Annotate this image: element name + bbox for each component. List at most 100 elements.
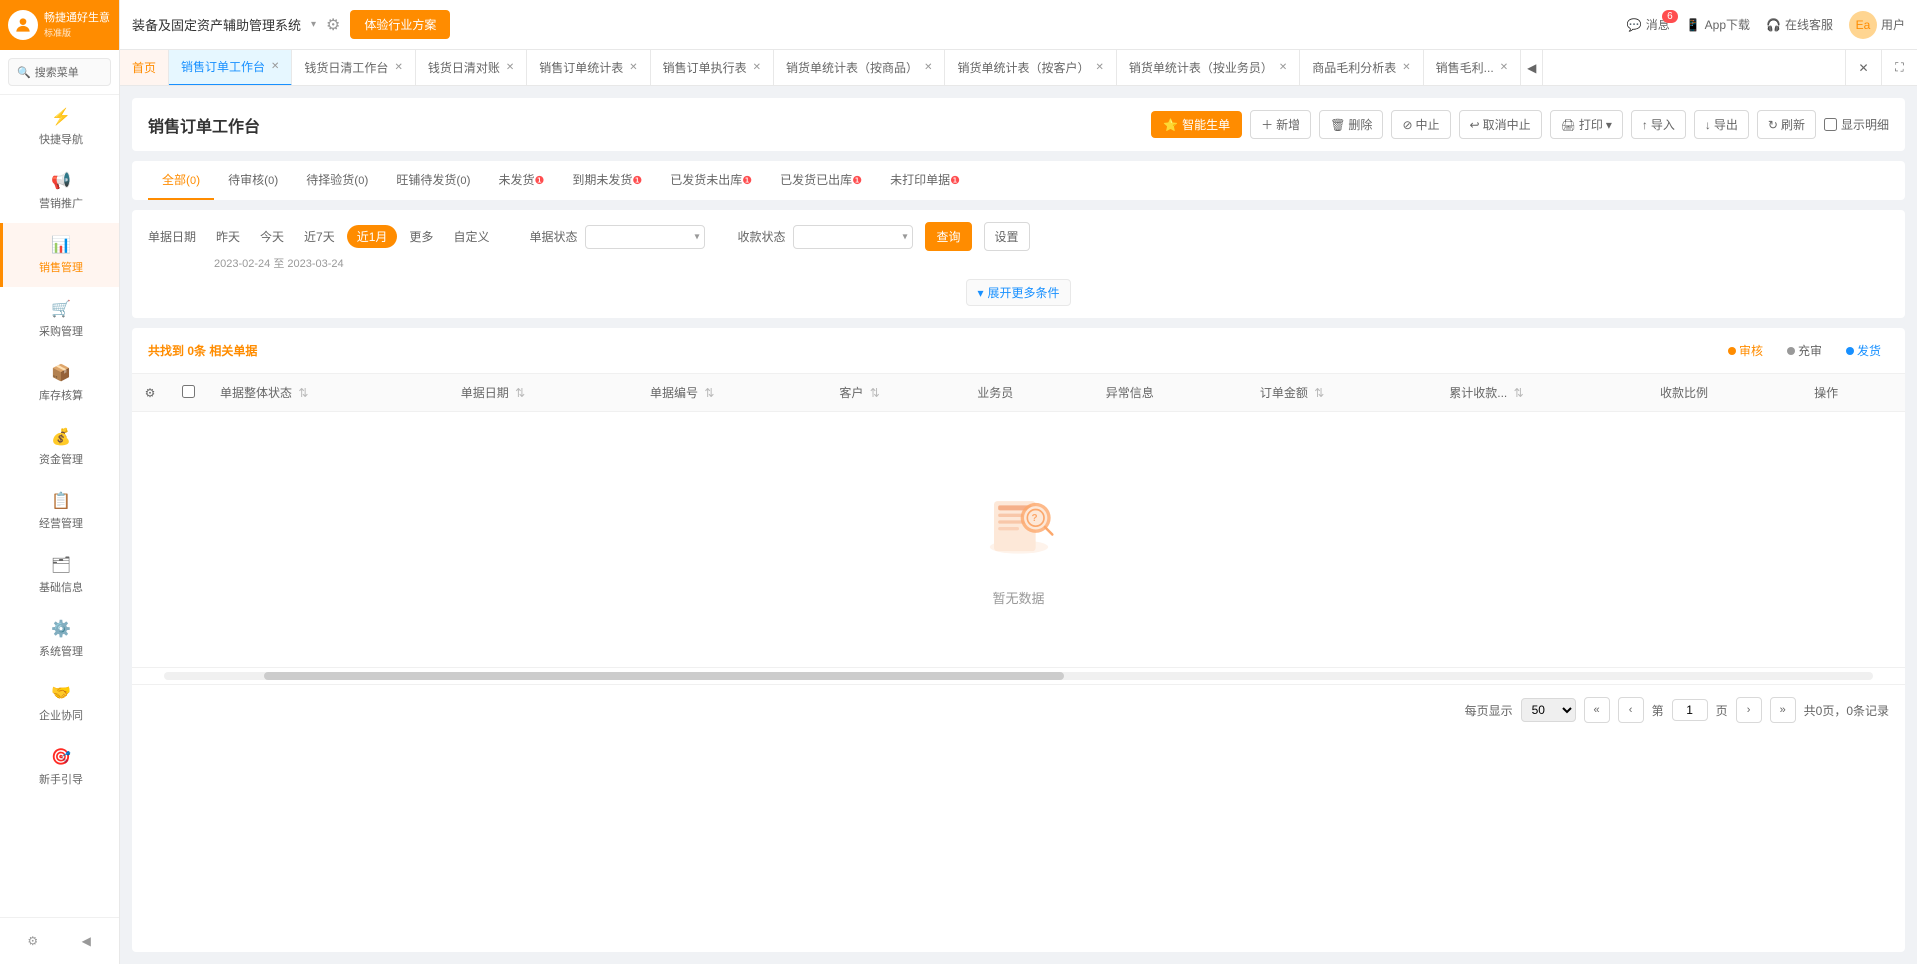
tab-cash-reconcile[interactable]: 钱货日清对账 ✕	[416, 50, 527, 86]
tab-ship-product[interactable]: 销货单统计表（按商品） ✕	[774, 50, 945, 86]
sort-icon[interactable]: ⇅	[704, 386, 714, 400]
sales-workbench-label: 销售订单工作台	[181, 58, 265, 75]
settings-icon[interactable]: ⚙	[145, 386, 156, 400]
stop-button[interactable]: ⊘ 中止	[1391, 110, 1450, 139]
tab-close-icon[interactable]: ✕	[924, 62, 932, 73]
tab-close-icon[interactable]: ✕	[394, 62, 402, 73]
sidebar-collapse-btn[interactable]: ◀	[64, 928, 110, 954]
custom-btn[interactable]: 自定义	[445, 225, 497, 248]
subtab-shipped-out[interactable]: 已发货已出库❶	[766, 161, 876, 200]
th-collected: 累计收款... ⇅	[1437, 374, 1648, 412]
sidebar-item-purchase[interactable]: 🛒 采购管理	[0, 287, 119, 351]
subtab-not-printed[interactable]: 未打印单据❶	[876, 161, 974, 200]
ship-button[interactable]: 发货	[1838, 338, 1889, 363]
sort-icon[interactable]: ⇅	[1314, 386, 1324, 400]
delete-icon: 🗑	[1330, 118, 1345, 132]
page-prev-btn[interactable]: ‹	[1618, 697, 1644, 723]
sidebar-item-sales[interactable]: 📊 销售管理	[0, 223, 119, 287]
page-size-label: 每页显示	[1465, 702, 1513, 719]
subtab-pending-inspect[interactable]: 待择验货(0)	[292, 161, 382, 200]
app-download-button[interactable]: 📱 App下载	[1686, 16, 1750, 33]
tab-ship-salesman[interactable]: 销货单统计表（按业务员） ✕	[1117, 50, 1300, 86]
message-button[interactable]: 💬 消息 6	[1627, 16, 1670, 33]
subtab-overdue-ship[interactable]: 到期未发货❶	[558, 161, 656, 200]
tab-close-icon[interactable]: ✕	[1500, 62, 1508, 73]
sidebar-settings-btn[interactable]: ⚙	[10, 928, 56, 954]
tab-close-icon[interactable]: ✕	[1402, 62, 1410, 73]
approve-button[interactable]: 审核	[1720, 338, 1771, 363]
user-menu-button[interactable]: Ea 用户	[1849, 11, 1905, 39]
sidebar-item-guide[interactable]: 🎯 新手引导	[0, 735, 119, 799]
sort-icon[interactable]: ⇅	[515, 386, 525, 400]
sidebar-item-base[interactable]: 🗂 基础信息	[0, 543, 119, 607]
table-header-row: ⚙ 单据整体状态 ⇅ 单据日期 ⇅	[132, 374, 1905, 412]
sidebar-item-system[interactable]: ⚙️ 系统管理	[0, 607, 119, 671]
subtab-all[interactable]: 全部(0)	[148, 161, 214, 200]
subtab-not-shipped[interactable]: 未发货❶	[485, 161, 559, 200]
page-last-btn[interactable]: »	[1770, 697, 1796, 723]
delete-button[interactable]: 🗑 删除	[1319, 110, 1383, 139]
tab-close-icon[interactable]: ✕	[506, 62, 514, 73]
sidebar-item-enterprise[interactable]: 🤝 企业协同	[0, 671, 119, 735]
page-size-select[interactable]: 50 100 200	[1521, 698, 1576, 722]
status-select[interactable]	[585, 225, 705, 249]
export-button[interactable]: ↓ 导出	[1694, 110, 1749, 139]
filter-settings-button[interactable]: 设置	[984, 222, 1030, 251]
tab-ship-customer[interactable]: 销货单统计表（按客户） ✕	[945, 50, 1116, 86]
tab-home[interactable]: 首页	[120, 50, 169, 86]
tab-sales-exec[interactable]: 销售订单执行表 ✕	[651, 50, 774, 86]
tab-close-icon[interactable]: ✕	[753, 62, 761, 73]
subtab-shipped-not-out[interactable]: 已发货未出库❶	[656, 161, 766, 200]
today-btn[interactable]: 今天	[252, 225, 292, 248]
tab-cash-daily[interactable]: 钱货日清工作台 ✕	[292, 50, 415, 86]
import-button[interactable]: ↑ 导入	[1631, 110, 1686, 139]
more-btn[interactable]: 更多	[401, 225, 441, 248]
sidebar-item-marketing[interactable]: 📢 营销推广	[0, 159, 119, 223]
sort-icon[interactable]: ⇅	[1514, 386, 1524, 400]
show-detail-checkbox-label[interactable]: 显示明细	[1824, 116, 1889, 133]
last7-btn[interactable]: 近7天	[296, 225, 343, 248]
sidebar-item-quick-nav[interactable]: ⚡ 快捷导航	[0, 95, 119, 159]
tab-close-icon[interactable]: ✕	[1095, 62, 1103, 73]
smart-generate-button[interactable]: ⭐ 智能生单	[1151, 111, 1242, 138]
page-next-btn[interactable]: ›	[1736, 697, 1762, 723]
online-service-button[interactable]: 🎧 在线客服	[1766, 16, 1833, 33]
avatar: Ea	[1849, 11, 1877, 39]
last-month-btn[interactable]: 近1月	[347, 225, 398, 248]
tab-nav-prev[interactable]: ◀	[1521, 50, 1543, 86]
sidebar-item-inventory[interactable]: 📦 库存核算	[0, 351, 119, 415]
subtab-wangpu-ship[interactable]: 旺铺待发货(0)	[382, 161, 484, 200]
industry-solution-button[interactable]: 体验行业方案	[350, 10, 450, 39]
print-button[interactable]: 🖨 打印 ▾	[1550, 110, 1623, 139]
sort-icon[interactable]: ⇅	[870, 386, 880, 400]
pay-status-select[interactable]	[793, 225, 913, 249]
sidebar-item-finance[interactable]: 💰 资金管理	[0, 415, 119, 479]
tab-close-icon[interactable]: ✕	[271, 61, 279, 72]
tab-sales-workbench[interactable]: 销售订单工作台 ✕	[169, 50, 292, 86]
refresh-button[interactable]: ↻ 刷新	[1757, 110, 1816, 139]
tab-sales-stats[interactable]: 销售订单统计表 ✕	[527, 50, 650, 86]
horizontal-scrollbar-thumb[interactable]	[264, 672, 1064, 680]
tab-sales-gross[interactable]: 销售毛利... ✕	[1424, 50, 1521, 86]
sort-icon[interactable]: ⇅	[298, 386, 308, 400]
revoke-button[interactable]: 充审	[1779, 338, 1830, 363]
topbar-settings-icon[interactable]: ⚙	[326, 15, 340, 35]
select-all-checkbox[interactable]	[182, 385, 195, 398]
tab-gross-profit[interactable]: 商品毛利分析表 ✕	[1300, 50, 1423, 86]
page-input[interactable]	[1672, 699, 1708, 721]
subtab-pending-review[interactable]: 待审核(0)	[214, 161, 292, 200]
tab-maximize-button[interactable]: ⛶	[1881, 50, 1917, 86]
search-button[interactable]: 查询	[925, 222, 971, 251]
expand-filter-button[interactable]: ▾ 展开更多条件	[966, 279, 1070, 306]
new-button[interactable]: ＋ 新增	[1250, 110, 1311, 139]
filter-row-date: 2023-02-24 至 2023-03-24	[148, 255, 1889, 271]
tab-close-icon[interactable]: ✕	[629, 62, 637, 73]
show-detail-checkbox[interactable]	[1824, 118, 1837, 131]
cancel-stop-button[interactable]: ↩ 取消中止	[1459, 110, 1542, 139]
yesterday-btn[interactable]: 昨天	[208, 225, 248, 248]
tab-close-all-button[interactable]: ✕	[1845, 50, 1881, 86]
sidebar-item-operation[interactable]: 📋 经营管理	[0, 479, 119, 543]
search-menu-button[interactable]: 🔍 搜索菜单	[8, 58, 111, 86]
page-first-btn[interactable]: «	[1584, 697, 1610, 723]
tab-close-icon[interactable]: ✕	[1279, 62, 1287, 73]
